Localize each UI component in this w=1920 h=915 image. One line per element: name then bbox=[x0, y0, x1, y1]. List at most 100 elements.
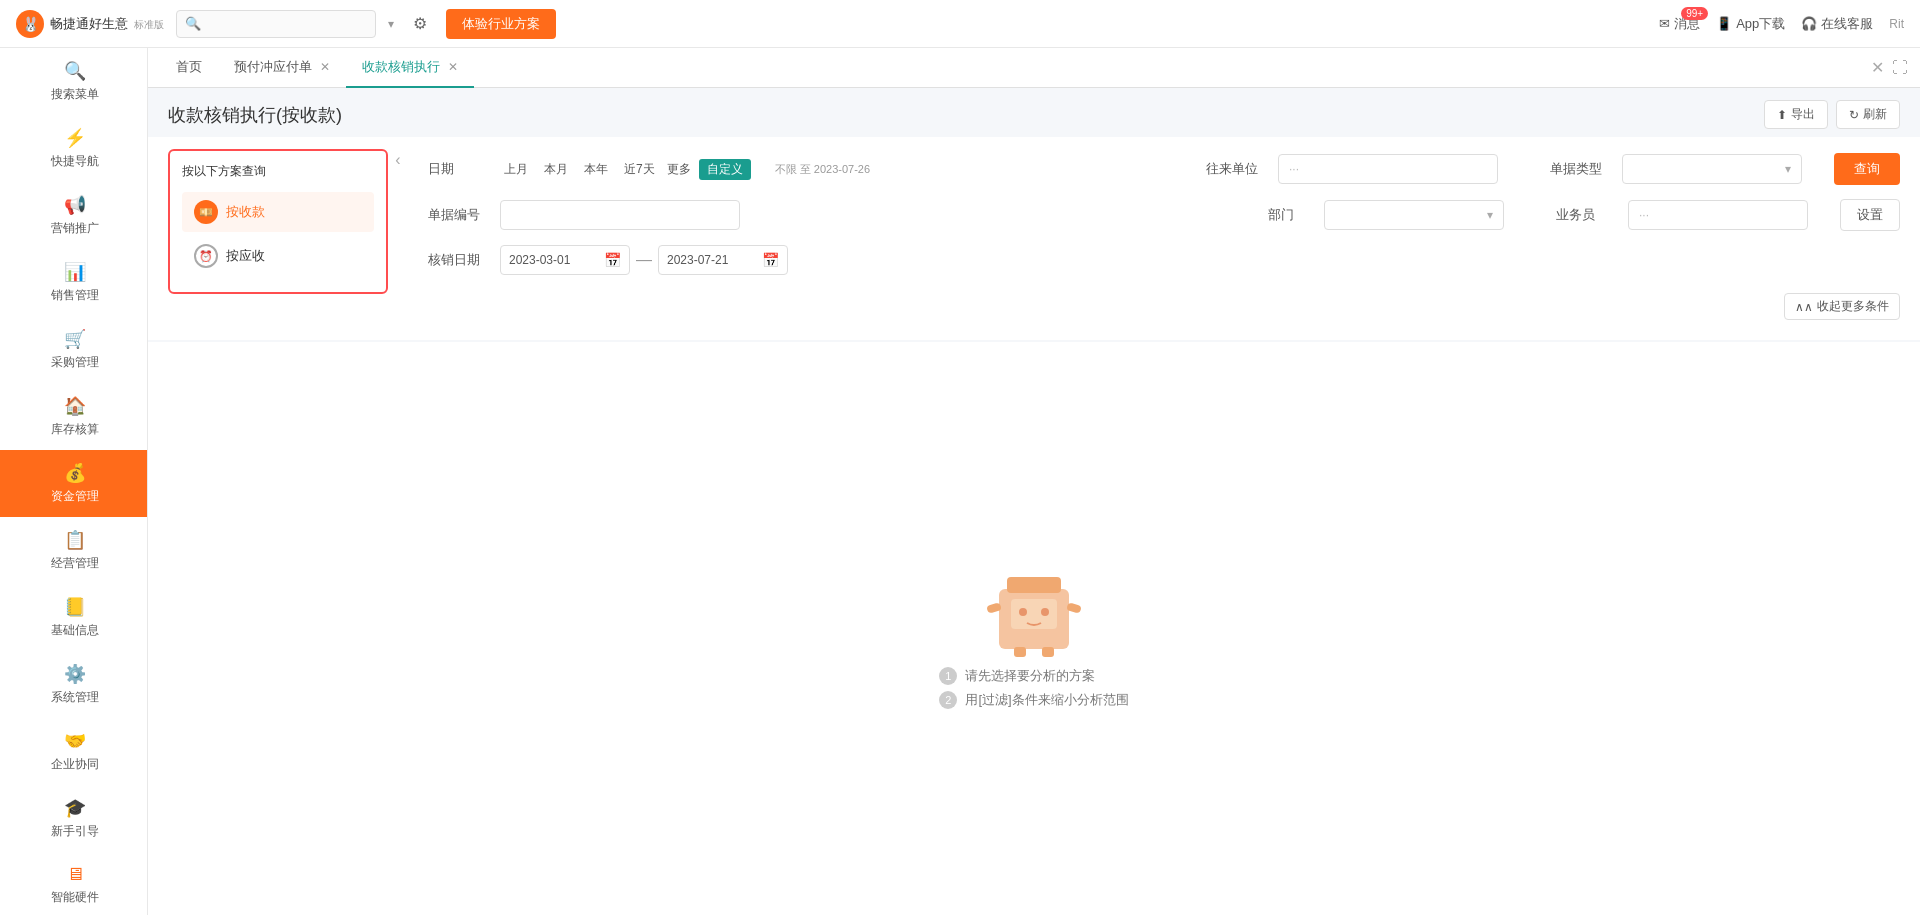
filter-option-by-receivable[interactable]: ⏰ 按应收 bbox=[182, 236, 374, 276]
voucher-type-select[interactable]: ▾ bbox=[1622, 154, 1802, 184]
marketing-icon: 📢 bbox=[64, 194, 86, 216]
business-select[interactable]: ··· bbox=[1628, 200, 1808, 230]
app-download-btn[interactable]: 📱 App下载 bbox=[1716, 15, 1785, 33]
sidebar-item-guide[interactable]: 🎓 新手引导 bbox=[0, 785, 147, 852]
receivable-option-label: 按应收 bbox=[226, 247, 265, 265]
counterparty-select[interactable]: ··· bbox=[1278, 154, 1498, 184]
filter-option-by-receipt[interactable]: 💴 按收款 bbox=[182, 192, 374, 232]
export-button[interactable]: ⬆ 导出 bbox=[1764, 100, 1828, 129]
empty-step-2: 2 用[过滤]条件来缩小分析范围 bbox=[939, 691, 1128, 709]
verification-end-cal-icon: 📅 bbox=[762, 252, 779, 268]
verification-start-cal-icon: 📅 bbox=[604, 252, 621, 268]
search-bar[interactable]: 🔍 bbox=[176, 10, 376, 38]
user-name: Rit bbox=[1889, 17, 1904, 31]
setting-button[interactable]: 设置 bbox=[1840, 199, 1900, 231]
date-btn-last-month[interactable]: 上月 bbox=[500, 159, 532, 180]
department-label: 部门 bbox=[1268, 206, 1308, 224]
refresh-button[interactable]: ↻ 刷新 bbox=[1836, 100, 1900, 129]
collapse-more-label: 收起更多条件 bbox=[1817, 298, 1889, 315]
tab-receipt-verify[interactable]: 收款核销执行 ✕ bbox=[346, 48, 474, 88]
step2-circle: 2 bbox=[939, 691, 957, 709]
date-btn-this-month[interactable]: 本月 bbox=[540, 159, 572, 180]
messages-btn[interactable]: ✉ 消息 99+ bbox=[1659, 15, 1700, 33]
dept-arrow: ▾ bbox=[1487, 208, 1493, 222]
filter-collapse-bar: ∧∧ 收起更多条件 bbox=[428, 289, 1900, 324]
operations-icon: 📋 bbox=[64, 529, 86, 551]
online-service-label: 在线客服 bbox=[1821, 15, 1873, 33]
date-options-group: 上月 本月 本年 近7天 更多 自定义 bbox=[500, 159, 751, 180]
verification-start-date[interactable]: 2023-03-01 📅 bbox=[500, 245, 630, 275]
date-btn-custom[interactable]: 自定义 bbox=[699, 159, 751, 180]
user-info[interactable]: Rit bbox=[1889, 17, 1904, 31]
sidebar-label-hardware: 智能硬件 bbox=[51, 889, 99, 906]
verification-end-value: 2023-07-21 bbox=[667, 253, 728, 267]
collapse-more-btn[interactable]: ∧∧ 收起更多条件 bbox=[1784, 293, 1900, 320]
sidebar-item-purchase[interactable]: 🛒 采购管理 bbox=[0, 316, 147, 383]
dropdown-arrow[interactable]: ▾ bbox=[388, 17, 394, 31]
header-buttons: ⬆ 导出 ↻ 刷新 bbox=[1764, 100, 1900, 129]
business-label: 业务员 bbox=[1556, 206, 1612, 224]
step1-circle: 1 bbox=[939, 667, 957, 685]
department-select[interactable]: ▾ bbox=[1324, 200, 1504, 230]
phone-icon: 📱 bbox=[1716, 16, 1732, 31]
filter-panel-title: 按以下方案查询 bbox=[182, 163, 374, 180]
sidebar-item-enterprise[interactable]: 🤝 企业协同 bbox=[0, 718, 147, 785]
sidebar-label-basic: 基础信息 bbox=[51, 622, 99, 639]
tab-home[interactable]: 首页 bbox=[160, 48, 218, 88]
sidebar-item-finance[interactable]: 💰 资金管理 bbox=[0, 450, 147, 517]
voucher-no-label: 单据编号 bbox=[428, 206, 484, 224]
sidebar-item-marketing[interactable]: 📢 营销推广 bbox=[0, 182, 147, 249]
verification-date-label: 核销日期 bbox=[428, 251, 484, 269]
sidebar-item-search[interactable]: 🔍 搜索菜单 bbox=[0, 48, 147, 115]
quicknav-icon: ⚡ bbox=[64, 127, 86, 149]
query-button[interactable]: 查询 bbox=[1834, 153, 1900, 185]
system-icon: ⚙️ bbox=[64, 663, 86, 685]
service-icon: 🎧 bbox=[1801, 16, 1817, 31]
voucher-no-input[interactable] bbox=[500, 200, 740, 230]
receipt-option-icon: 💴 bbox=[194, 200, 218, 224]
empty-illustration bbox=[969, 549, 1099, 659]
verification-date-group: 2023-03-01 📅 — 2023-07-21 📅 bbox=[500, 245, 788, 275]
app-badge: 标准版 bbox=[134, 19, 164, 30]
sidebar-item-quicknav[interactable]: ⚡ 快捷导航 bbox=[0, 115, 147, 182]
verification-end-date[interactable]: 2023-07-21 📅 bbox=[658, 245, 788, 275]
date-btn-more[interactable]: 更多 bbox=[667, 161, 691, 178]
refresh-label: 刷新 bbox=[1863, 106, 1887, 123]
sidebar-item-hardware[interactable]: 🖥 智能硬件 bbox=[0, 852, 147, 915]
refresh-icon: ↻ bbox=[1849, 108, 1859, 122]
tab-expand-icon[interactable]: ⛶ bbox=[1892, 59, 1908, 77]
sidebar-item-basic[interactable]: 📒 基础信息 bbox=[0, 584, 147, 651]
filter-row-1: 日期 上月 本月 本年 近7天 更多 自定义 不限 至 2023-07-26 bbox=[428, 153, 1900, 185]
filter-and-main: 按以下方案查询 💴 按收款 ⏰ 按应收 ‹ bbox=[148, 137, 1920, 915]
sidebar-item-sales[interactable]: 📊 销售管理 bbox=[0, 249, 147, 316]
online-service-btn[interactable]: 🎧 在线客服 bbox=[1801, 15, 1873, 33]
sidebar-label-sales: 销售管理 bbox=[51, 287, 99, 304]
sidebar-item-system[interactable]: ⚙️ 系统管理 bbox=[0, 651, 147, 718]
tab-receipt-close[interactable]: ✕ bbox=[448, 60, 458, 74]
tab-prepay-close[interactable]: ✕ bbox=[320, 60, 330, 74]
date-no-limit: 不限 至 2023-07-26 bbox=[775, 162, 870, 177]
sidebar-item-operations[interactable]: 📋 经营管理 bbox=[0, 517, 147, 584]
step2-text: 用[过滤]条件来缩小分析范围 bbox=[965, 691, 1128, 709]
sidebar: 🔍 搜索菜单 ⚡ 快捷导航 📢 营销推广 📊 销售管理 🛒 采购管理 🏠 库存核… bbox=[0, 48, 148, 915]
tab-prepay[interactable]: 预付冲应付单 ✕ bbox=[218, 48, 346, 88]
date-btn-7days[interactable]: 近7天 bbox=[620, 159, 659, 180]
collapse-up-icon: ∧∧ bbox=[1795, 300, 1813, 314]
date-btn-this-year[interactable]: 本年 bbox=[580, 159, 612, 180]
sidebar-label-system: 系统管理 bbox=[51, 689, 99, 706]
filter-collapse-btn[interactable]: ‹ bbox=[388, 137, 408, 169]
receivable-option-icon: ⏰ bbox=[194, 244, 218, 268]
industry-btn[interactable]: 体验行业方案 bbox=[446, 9, 556, 39]
empty-steps: 1 请先选择要分析的方案 2 用[过滤]条件来缩小分析范围 bbox=[939, 667, 1128, 709]
sidebar-label-search: 搜索菜单 bbox=[51, 86, 99, 103]
tab-close-all-icon[interactable]: ✕ bbox=[1871, 58, 1884, 77]
gear-icon[interactable]: ⚙ bbox=[406, 10, 434, 38]
sidebar-label-enterprise: 企业协同 bbox=[51, 756, 99, 773]
sidebar-item-inventory[interactable]: 🏠 库存核算 bbox=[0, 383, 147, 450]
app-name: 畅捷通好生意 bbox=[50, 16, 128, 31]
tab-home-label: 首页 bbox=[176, 58, 202, 76]
svg-point-3 bbox=[1019, 608, 1027, 616]
tab-bar: 首页 预付冲应付单 ✕ 收款核销执行 ✕ ✕ ⛶ bbox=[148, 48, 1920, 88]
messages-badge: 99+ bbox=[1681, 7, 1708, 20]
logo-icon: 🐰 bbox=[16, 10, 44, 38]
